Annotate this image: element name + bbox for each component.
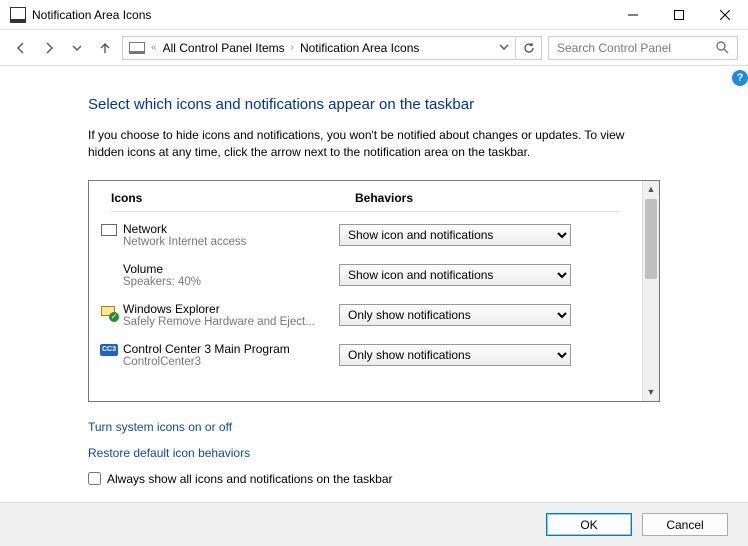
scrollbar[interactable]: ▲ ▼ — [642, 181, 659, 401]
always-show-label: Always show all icons and notifications … — [107, 472, 393, 486]
explorer-icon: ✓ — [101, 304, 117, 320]
close-button[interactable] — [702, 0, 748, 30]
scroll-up-icon[interactable]: ▲ — [643, 181, 659, 198]
row-title: Network — [123, 222, 339, 236]
refresh-button[interactable] — [516, 36, 542, 60]
column-header-icons: Icons — [111, 191, 355, 205]
breadcrumb-chevron-icon: › — [291, 42, 294, 53]
row-subtitle: Safely Remove Hardware and Eject... — [123, 316, 339, 328]
page-heading: Select which icons and notifications app… — [88, 96, 660, 113]
window-title: Notification Area Icons — [32, 8, 610, 22]
breadcrumb-current[interactable]: Notification Area Icons — [300, 41, 419, 55]
search-placeholder: Search Control Panel — [557, 41, 671, 55]
page-description: If you choose to hide icons and notifica… — [88, 127, 660, 162]
row-subtitle: ControlCenter3 — [123, 356, 339, 368]
up-button[interactable] — [94, 37, 116, 59]
scroll-down-icon[interactable]: ▼ — [643, 384, 659, 401]
link-system-icons[interactable]: Turn system icons on or off — [88, 420, 660, 434]
help-icon[interactable]: ? — [732, 70, 748, 86]
behavior-select[interactable]: Show icon and notificationsHide icon and… — [339, 344, 571, 366]
address-bar[interactable]: « All Control Panel Items › Notification… — [122, 36, 516, 60]
link-restore-defaults[interactable]: Restore default icon behaviors — [88, 446, 660, 460]
recent-locations-button[interactable] — [66, 37, 88, 59]
always-show-checkbox[interactable] — [88, 472, 101, 485]
column-header-behaviors: Behaviors — [355, 191, 620, 205]
maximize-button[interactable] — [656, 0, 702, 30]
back-button[interactable] — [10, 37, 32, 59]
cancel-button[interactable]: Cancel — [642, 513, 728, 536]
row-subtitle: Network Internet access — [123, 236, 339, 248]
minimize-button[interactable] — [610, 0, 656, 30]
ok-button[interactable]: OK — [546, 513, 632, 536]
row-subtitle: Speakers: 40% — [123, 276, 339, 288]
icons-panel: Icons Behaviors Network Network Internet… — [88, 180, 660, 402]
network-icon — [101, 224, 117, 236]
row-title: Volume — [123, 262, 339, 276]
scroll-thumb[interactable] — [645, 199, 657, 279]
row-title: Windows Explorer — [123, 302, 339, 316]
list-item: Network Network Internet access Show ico… — [89, 216, 642, 256]
search-icon — [716, 41, 729, 54]
breadcrumb-parent[interactable]: All Control Panel Items — [163, 41, 285, 55]
behavior-select[interactable]: Show icon and notificationsHide icon and… — [339, 224, 571, 246]
row-title: Control Center 3 Main Program — [123, 342, 339, 356]
address-dropdown-icon[interactable] — [499, 41, 509, 55]
behavior-select[interactable]: Show icon and notificationsHide icon and… — [339, 304, 571, 326]
breadcrumb-chevron-icon: « — [151, 42, 157, 53]
list-item: ✓ Windows Explorer Safely Remove Hardwar… — [89, 296, 642, 336]
search-input[interactable]: Search Control Panel — [548, 36, 738, 60]
window-app-icon — [10, 7, 26, 23]
behavior-select[interactable]: Show icon and notificationsHide icon and… — [339, 264, 571, 286]
list-item: CC3 Control Center 3 Main Program Contro… — [89, 336, 642, 376]
cc3-icon: CC3 — [100, 344, 118, 356]
list-item: 🔊 Volume Speakers: 40% Show icon and not… — [89, 256, 642, 296]
forward-button[interactable] — [38, 37, 60, 59]
control-panel-icon — [129, 42, 145, 54]
